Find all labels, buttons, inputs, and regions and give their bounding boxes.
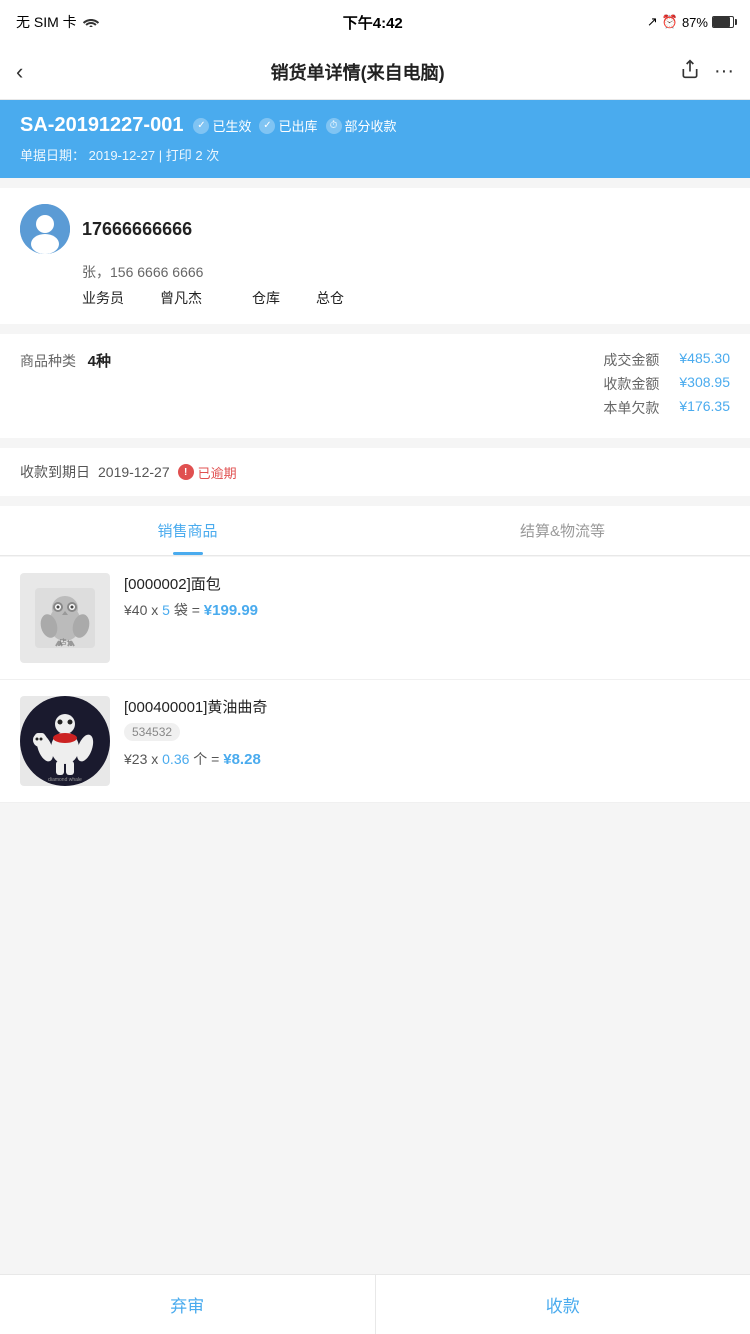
price-equals-2: =	[211, 751, 223, 767]
price-total-2: ¥8.28	[223, 751, 261, 768]
salesperson-label: 业务员	[82, 288, 124, 308]
product-item-2: diamond whale [000400001]黄油曲奇 534532 ¥23…	[0, 680, 750, 803]
share-button[interactable]	[680, 59, 700, 85]
amount-label: 成交金额	[603, 350, 659, 370]
product-item-1: 店+ [0000002]面包 ¥40 x 5 袋 = ¥199.99	[0, 557, 750, 680]
price-base-2: ¥23	[124, 751, 147, 767]
customer-id: 17666666666	[82, 219, 192, 240]
wifi-icon	[83, 14, 99, 30]
salesperson-value: 曾凡杰	[160, 288, 202, 308]
price-equals-1: =	[192, 602, 204, 618]
price-unit-1: 袋	[174, 602, 188, 618]
alarm-icon: ⏰	[662, 14, 678, 30]
header-top: SA-20191227-001 ✓ 已生效 ✓ 已出库 ⏱ 部分收款	[20, 114, 730, 137]
product-image-2: diamond whale	[20, 696, 110, 786]
check-icon-2: ✓	[259, 118, 275, 134]
page-title: 销货单详情(来自电脑)	[35, 59, 680, 85]
status-badges: ✓ 已生效 ✓ 已出库 ⏱ 部分收款	[193, 116, 396, 135]
tab-settlement[interactable]: 结算&物流等	[375, 506, 750, 555]
amount-value: ¥485.30	[679, 350, 730, 370]
bottom-bar: 弃审 收款	[0, 1274, 750, 1334]
svg-text:店+: 店+	[59, 637, 70, 646]
print-info: | 打印 2 次	[159, 148, 219, 163]
customer-name-phone: 张，156 6666 6666	[20, 262, 730, 282]
status-right: ↗ ⏰ 87%	[647, 14, 734, 30]
overdue-badge: ! 已逾期	[178, 463, 237, 482]
location-icon: ↗	[647, 14, 658, 30]
customer-meta: 业务员 曾凡杰 仓库 总仓	[20, 288, 730, 308]
tab-products[interactable]: 销售商品	[0, 506, 375, 555]
tabs-container: 销售商品 结算&物流等	[0, 506, 750, 556]
check-icon-1: ✓	[193, 118, 209, 134]
product-price-1: ¥40 x 5 袋 = ¥199.99	[124, 600, 730, 620]
amount-row: 成交金额 ¥485.30	[603, 350, 730, 370]
product-placeholder-1: 店+	[20, 573, 110, 663]
clock-icon: ⏱	[326, 118, 342, 134]
reject-button[interactable]: 弃审	[0, 1275, 376, 1334]
due-date: 2019-12-27	[98, 464, 170, 480]
battery-percent: 87%	[682, 15, 708, 30]
svg-text:diamond whale: diamond whale	[48, 777, 82, 783]
type-value: 4种	[88, 353, 111, 370]
product-info-1: [0000002]面包 ¥40 x 5 袋 = ¥199.99	[124, 573, 730, 663]
received-value: ¥308.95	[679, 374, 730, 394]
collect-button[interactable]: 收款	[376, 1275, 750, 1334]
product-image-1: 店+	[20, 573, 110, 663]
overdue-text: 已逾期	[198, 463, 237, 482]
time-display: 下午4:42	[343, 12, 403, 33]
product-info-2: [000400001]黄油曲奇 534532 ¥23 x 0.36 个 = ¥8…	[124, 696, 730, 786]
warehouse-label: 仓库	[252, 288, 280, 308]
status-left: 无 SIM 卡	[16, 12, 99, 32]
order-date: 2019-12-27	[89, 148, 156, 163]
header-sub: 单据日期： 2019-12-27 | 打印 2 次	[20, 145, 730, 164]
stats-left: 商品种类 4种	[20, 350, 111, 371]
product-name-1: [0000002]面包	[124, 573, 730, 594]
nav-actions: ···	[680, 59, 734, 85]
due-section: 收款到期日 2019-12-27 ! 已逾期	[0, 448, 750, 496]
received-label: 收款金额	[603, 374, 659, 394]
warehouse-value: 总仓	[316, 288, 344, 308]
product-sku-2: 534532	[124, 723, 180, 741]
price-unit-2: 个	[193, 751, 207, 767]
debt-value: ¥176.35	[679, 398, 730, 418]
badge-shipped: ✓ 已出库	[259, 116, 317, 135]
overdue-icon: !	[178, 464, 194, 480]
date-label: 单据日期：	[20, 148, 85, 163]
price-total-1: ¥199.99	[204, 602, 258, 619]
debt-label: 本单欠款	[603, 398, 659, 418]
debt-row: 本单欠款 ¥176.35	[603, 398, 730, 418]
status-bar: 无 SIM 卡 下午4:42 ↗ ⏰ 87%	[0, 0, 750, 44]
order-id: SA-20191227-001	[20, 114, 183, 137]
price-qty-2: 0.36	[162, 751, 189, 767]
back-button[interactable]: ‹	[16, 59, 23, 85]
carrier-text: 无 SIM 卡	[16, 12, 77, 32]
product-name-2: [000400001]黄油曲奇	[124, 696, 730, 717]
nav-bar: ‹ 销货单详情(来自电脑) ···	[0, 44, 750, 100]
due-label: 收款到期日	[20, 462, 90, 482]
products-section: 店+ [0000002]面包 ¥40 x 5 袋 = ¥199.99	[0, 557, 750, 803]
received-row: 收款金额 ¥308.95	[603, 374, 730, 394]
price-multiply-1: x	[151, 602, 162, 618]
customer-section: 17666666666 张，156 6666 6666 业务员 曾凡杰 仓库 总…	[0, 188, 750, 324]
stats-section: 商品种类 4种 成交金额 ¥485.30 收款金额 ¥308.95 本单欠款 ¥…	[0, 334, 750, 438]
more-button[interactable]: ···	[714, 60, 734, 83]
badge-effective: ✓ 已生效	[193, 116, 251, 135]
product-price-2: ¥23 x 0.36 个 = ¥8.28	[124, 749, 730, 769]
avatar	[20, 204, 70, 254]
stats-right: 成交金额 ¥485.30 收款金额 ¥308.95 本单欠款 ¥176.35	[603, 350, 730, 422]
order-header: SA-20191227-001 ✓ 已生效 ✓ 已出库 ⏱ 部分收款 单据日期：…	[0, 100, 750, 178]
price-multiply-2: x	[151, 751, 162, 767]
price-base-1: ¥40	[124, 602, 147, 618]
type-label: 商品种类	[20, 353, 76, 369]
customer-row: 17666666666	[20, 204, 730, 254]
price-qty-1: 5	[162, 602, 170, 618]
badge-partial: ⏱ 部分收款	[326, 116, 397, 135]
battery-icon	[712, 16, 734, 28]
